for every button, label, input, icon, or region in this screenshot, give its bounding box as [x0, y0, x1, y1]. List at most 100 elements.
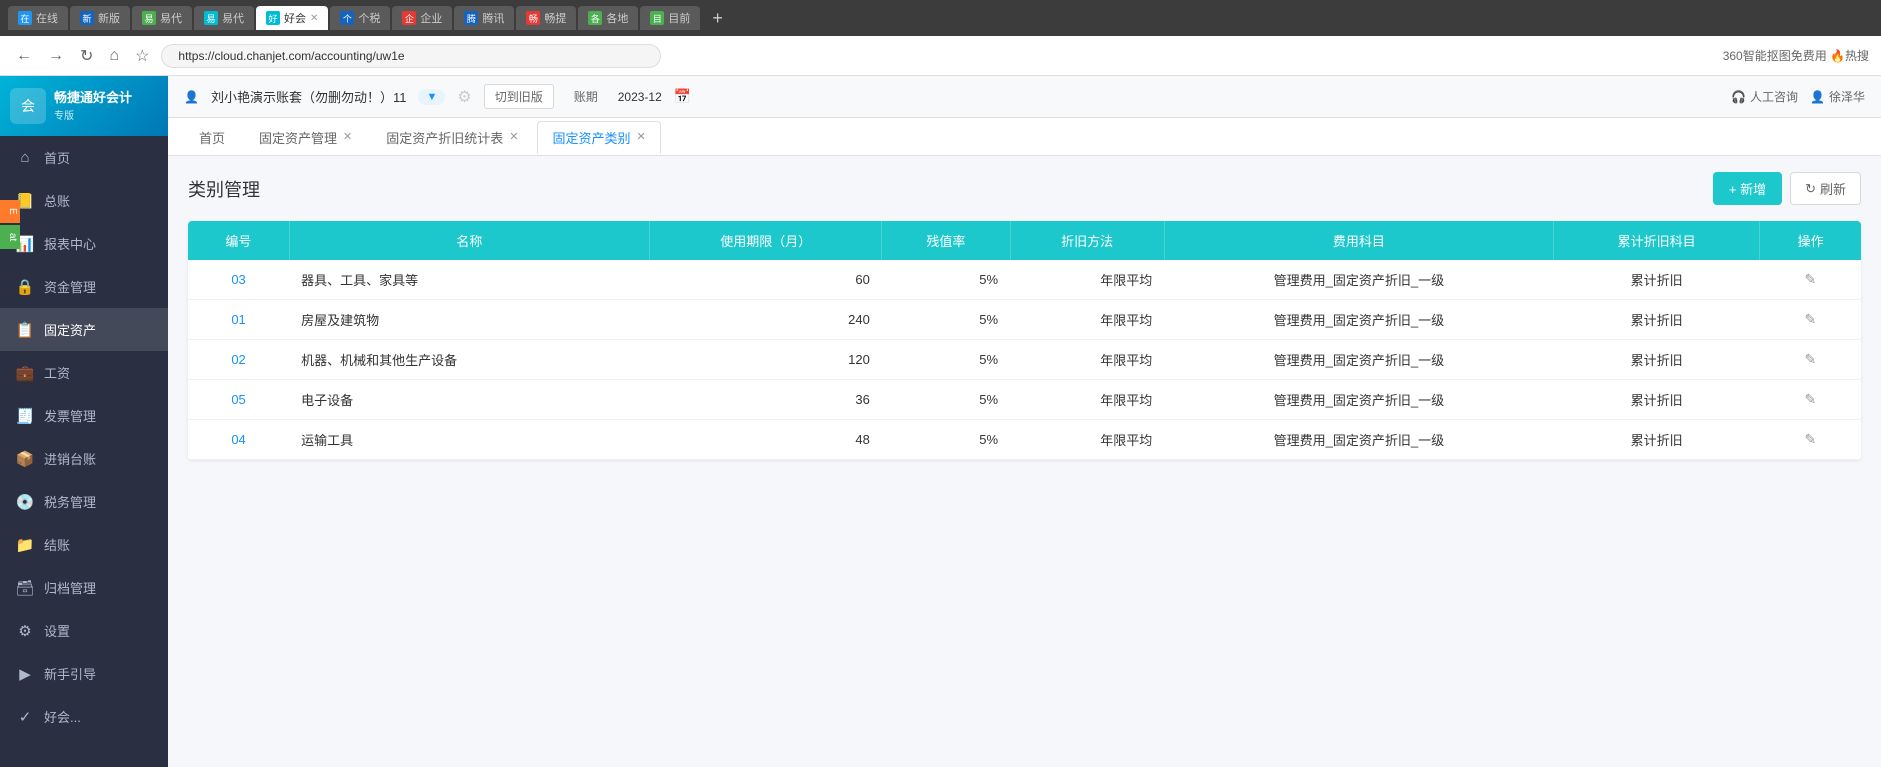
edit-btn-4[interactable]: ✎: [1805, 431, 1817, 447]
logo-icon: 会: [10, 88, 46, 124]
row-accum-3: 累计折旧: [1554, 380, 1760, 420]
inventory-icon: 📦: [16, 450, 34, 468]
sidebar-item-funds[interactable]: 🔒资金管理: [0, 265, 168, 308]
fixed-icon: 📋: [16, 321, 34, 339]
edit-btn-2[interactable]: ✎: [1805, 351, 1817, 367]
reload-btn[interactable]: ↻: [76, 42, 97, 70]
code-link-0[interactable]: 03: [231, 272, 245, 287]
account-badge: ▼: [418, 89, 445, 105]
col-header-7: 操作: [1760, 221, 1861, 260]
sidebar-item-ledger[interactable]: 📒总账: [0, 179, 168, 222]
left-icon-1[interactable]: E: [0, 200, 20, 223]
sidebar-item-salary[interactable]: 💼工资: [0, 351, 168, 394]
row-period-0: 60: [650, 260, 882, 300]
service-btn[interactable]: 🎧 人工咨询: [1731, 88, 1798, 105]
home-label: 首页: [44, 148, 70, 167]
sidebar-item-tax[interactable]: 💿税务管理: [0, 480, 168, 523]
sidebar-items-container: ⌂首页📒总账📊报表中心🔒资金管理📋固定资产💼工资🧾发票管理📦进销台账💿税务管理📁…: [0, 136, 168, 738]
edit-btn-1[interactable]: ✎: [1805, 311, 1817, 327]
sidebar-item-invoice[interactable]: 🧾发票管理: [0, 394, 168, 437]
col-header-1: 名称: [289, 221, 649, 260]
period-value: 2023-12: [618, 90, 662, 104]
row-code-3: 05: [188, 380, 289, 420]
page-tab-close-1[interactable]: ✕: [343, 132, 352, 143]
guide-label: 新手引导: [44, 664, 96, 683]
address-input[interactable]: [161, 44, 661, 68]
code-link-4[interactable]: 04: [231, 432, 245, 447]
page-tab-2[interactable]: 固定资产折旧统计表 ✕: [371, 121, 533, 153]
col-header-6: 累计折旧科目: [1554, 221, 1760, 260]
tax-label: 税务管理: [44, 492, 96, 511]
browser-tab-8[interactable]: 畅畅提: [516, 6, 576, 30]
sidebar-item-fixed[interactable]: 📋 固定资产: [0, 308, 168, 351]
calendar-icon[interactable]: 📅: [674, 88, 691, 105]
browser-tab-5[interactable]: 个个税: [330, 6, 390, 30]
col-header-5: 费用科目: [1164, 221, 1553, 260]
row-expense-3: 管理费用_固定资产折旧_一级: [1164, 380, 1553, 420]
main-content: 👤 刘小艳演示账套（勿删勿动！）11 ▼ ⚙ 切到旧版 账期 2023-12 📅…: [168, 76, 1881, 767]
left-icon-2[interactable]: at: [0, 225, 20, 249]
page-tab-close-3[interactable]: ✕: [637, 132, 646, 143]
settings-cog[interactable]: ⚙: [457, 87, 471, 107]
logo-subtitle: 专版: [54, 107, 132, 122]
logo-title: 畅捷通好会计: [54, 90, 132, 107]
row-rate-4: 5%: [882, 420, 1010, 460]
sidebar-item-settings[interactable]: ⚙设置: [0, 609, 168, 652]
row-rate-1: 5%: [882, 300, 1010, 340]
sidebar-item-reports[interactable]: 📊报表中心: [0, 222, 168, 265]
sidebar: 会 畅捷通好会计 专版 ⌂首页📒总账📊报表中心🔒资金管理 📋 固定资产 💼工资🧾发票管…: [0, 76, 168, 767]
page-tab-close-2[interactable]: ✕: [509, 132, 518, 143]
close-icon: 📁: [16, 536, 34, 554]
browser-tab-6[interactable]: 企企业: [392, 6, 452, 30]
fixed-label: 固定资产: [44, 320, 96, 339]
row-name-2: 机器、机械和其他生产设备: [289, 340, 649, 380]
headset-icon: 🎧: [1731, 90, 1746, 104]
new-tab-btn[interactable]: +: [708, 4, 727, 33]
action-btns: + 新增 ↻ 刷新: [1713, 172, 1861, 205]
invoice-label: 发票管理: [44, 406, 96, 425]
page-tab-0[interactable]: 首页: [184, 121, 240, 153]
col-header-0: 编号: [188, 221, 289, 260]
sidebar-item-guide[interactable]: ▶新手引导: [0, 652, 168, 695]
edit-btn-0[interactable]: ✎: [1805, 271, 1817, 287]
user-area[interactable]: 👤 徐泽华: [1810, 88, 1865, 105]
sidebar-item-goodhui[interactable]: ✓好会...: [0, 695, 168, 738]
sidebar-item-close[interactable]: 📁结账: [0, 523, 168, 566]
page-tabs: 首页固定资产管理✕固定资产折旧统计表✕固定资产类别✕: [168, 118, 1881, 156]
browser-tab-7[interactable]: 腾腾讯: [454, 6, 514, 30]
code-link-1[interactable]: 01: [231, 312, 245, 327]
settings-label: 设置: [44, 621, 70, 640]
browser-tab-9[interactable]: 各各地: [578, 6, 638, 30]
bookmark-btn[interactable]: ☆: [131, 42, 153, 70]
top-bar: 👤 刘小艳演示账套（勿删勿动！）11 ▼ ⚙ 切到旧版 账期 2023-12 📅…: [168, 76, 1881, 118]
add-btn[interactable]: + 新增: [1713, 172, 1782, 205]
home-btn[interactable]: ⌂: [105, 43, 123, 69]
page-tab-label-0: 首页: [199, 128, 225, 147]
back-btn[interactable]: ←: [12, 43, 36, 69]
col-header-2: 使用期限（月）: [650, 221, 882, 260]
code-link-3[interactable]: 05: [231, 392, 245, 407]
table-row: 03 器具、工具、家具等 60 5% 年限平均 管理费用_固定资产折旧_一级 累…: [188, 260, 1861, 300]
browser-tab-2[interactable]: 易易代: [132, 6, 192, 30]
row-action-2: ✎: [1760, 340, 1861, 380]
sidebar-item-home[interactable]: ⌂首页: [0, 136, 168, 179]
refresh-btn[interactable]: ↻ 刷新: [1790, 172, 1861, 205]
page-title: 类别管理: [188, 176, 260, 202]
switch-version-btn[interactable]: 切到旧版: [484, 84, 554, 109]
edit-btn-3[interactable]: ✎: [1805, 391, 1817, 407]
browser-tab-0[interactable]: 在在线: [8, 6, 68, 30]
address-bar: ← → ↻ ⌂ ☆ 360智能抠图免费用 🔥热搜: [0, 36, 1881, 76]
browser-tab-10[interactable]: 目目前: [640, 6, 700, 30]
sidebar-item-archive[interactable]: 🗃归档管理: [0, 566, 168, 609]
code-link-2[interactable]: 02: [231, 352, 245, 367]
browser-tab-1[interactable]: 新新版: [70, 6, 130, 30]
page-tab-3[interactable]: 固定资产类别✕: [537, 121, 660, 154]
browser-tab-3[interactable]: 易易代: [194, 6, 254, 30]
browser-tab-4[interactable]: 好好会✕: [256, 6, 328, 30]
sidebar-item-inventory[interactable]: 📦进销台账: [0, 437, 168, 480]
row-method-4: 年限平均: [1010, 420, 1164, 460]
forward-btn[interactable]: →: [44, 43, 68, 69]
page-tab-1[interactable]: 固定资产管理✕: [244, 121, 367, 153]
page-tab-label-2: 固定资产折旧统计表: [386, 128, 503, 147]
ledger-label: 总账: [44, 191, 70, 210]
